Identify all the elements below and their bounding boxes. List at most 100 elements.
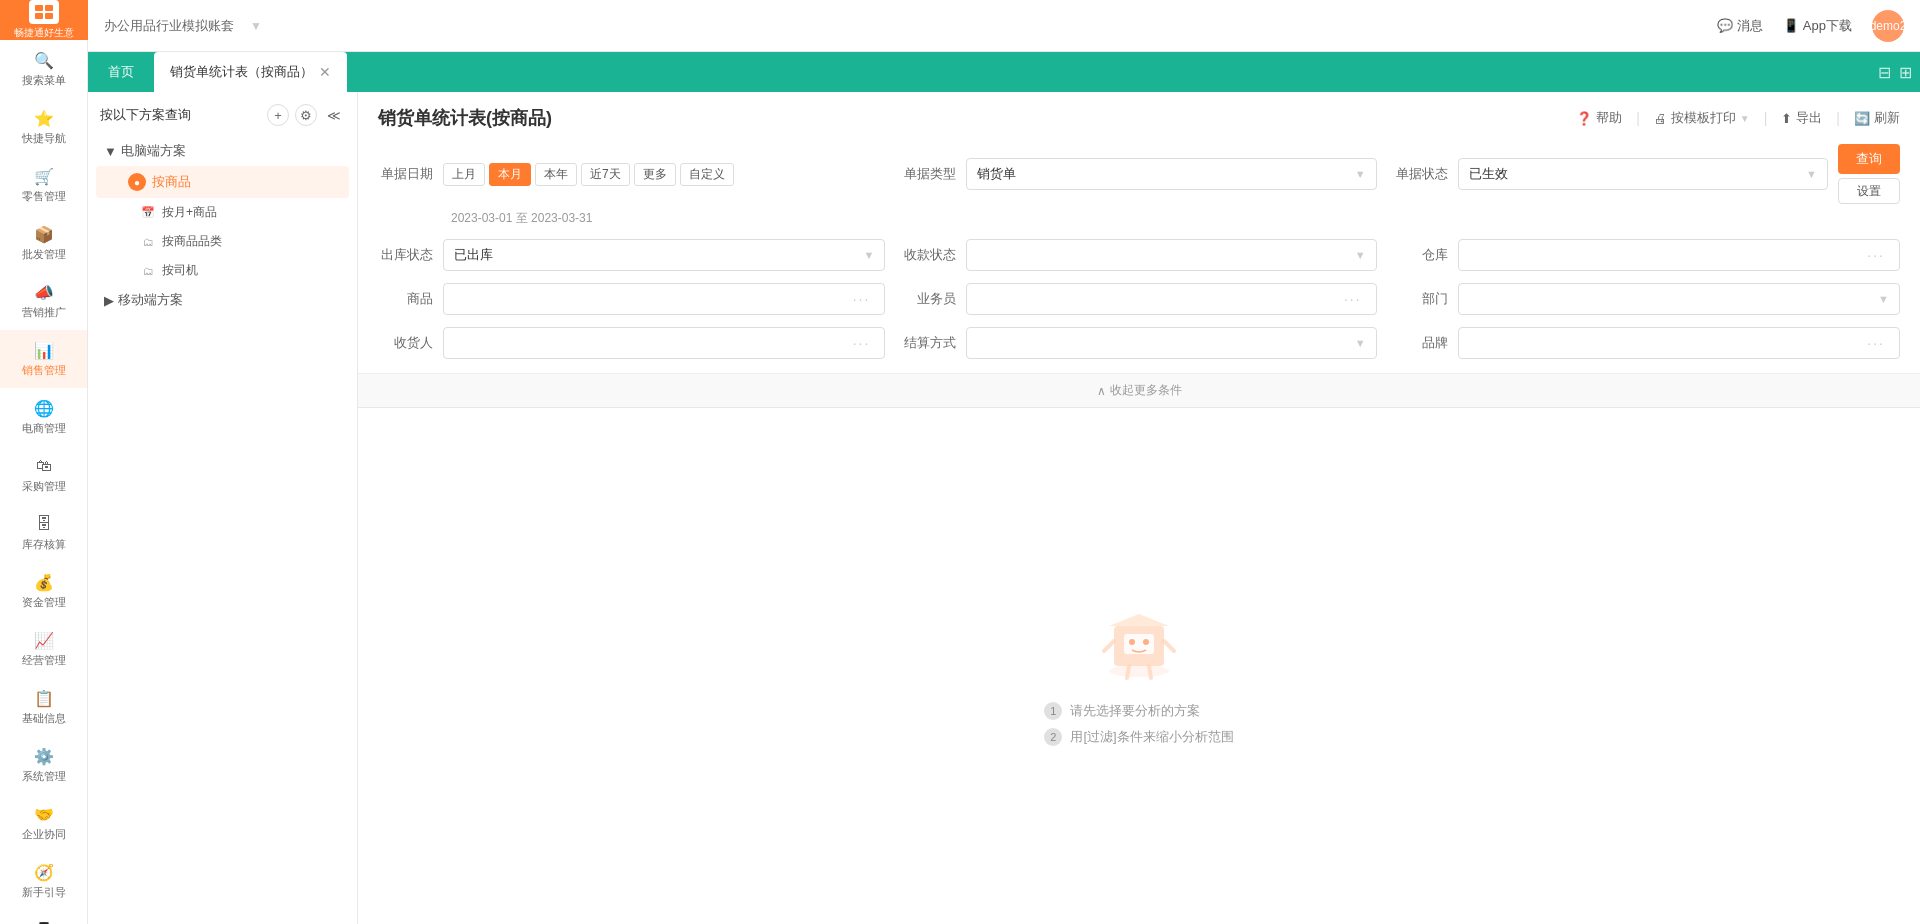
doc-type-label: 单据类型 — [901, 165, 966, 183]
warehouse-dots[interactable]: ··· — [1863, 247, 1889, 263]
collapse-panel-icon[interactable]: ≪ — [323, 104, 345, 126]
tree-sub-item-product-category[interactable]: 🗂 按商品品类 — [96, 227, 349, 256]
tab-bar-right: ⊟ ⊞ — [1878, 63, 1920, 82]
sidebar-label-retail: 零售管理 — [22, 189, 66, 204]
tree-group-pc[interactable]: ▼ 电脑端方案 — [96, 136, 349, 166]
tab-report[interactable]: 销货单统计表（按商品） ✕ — [154, 52, 347, 92]
tree-item-by-product[interactable]: ● 按商品 — [96, 166, 349, 198]
sidebar-item-retail[interactable]: 🛒 零售管理 — [0, 156, 87, 214]
svg-rect-2 — [35, 13, 43, 19]
sidebar-label-purchase: 采购管理 — [22, 479, 66, 494]
sidebar-item-marketing[interactable]: 📣 营销推广 — [0, 272, 87, 330]
filter-date-cell: 单据日期 上月 本月 本年 近7天 更多 自定义 — [378, 163, 885, 186]
app-download-label: App下载 — [1803, 17, 1852, 35]
sidebar-item-operations[interactable]: 📈 经营管理 — [0, 620, 87, 678]
export-action[interactable]: ⬆ 导出 — [1781, 109, 1822, 127]
out-status-select[interactable]: 已出库 ▼ — [443, 239, 885, 271]
date-btn-7days[interactable]: 近7天 — [581, 163, 630, 186]
export-icon: ⬆ — [1781, 111, 1792, 126]
sidebar-item-search[interactable]: 🔍 搜索菜单 — [0, 40, 87, 98]
sidebar-item-basic-info[interactable]: 📋 基础信息 — [0, 678, 87, 736]
help-action[interactable]: ❓ 帮助 — [1576, 109, 1622, 127]
empty-tips: 1 请先选择要分析的方案 2 用[过滤]条件来缩小分析范围 — [1044, 702, 1233, 746]
svg-line-10 — [1164, 641, 1174, 651]
filter-receiver-cell: 收货人 ··· — [378, 327, 885, 359]
sidebar-label-quicknav: 快捷导航 — [22, 131, 66, 146]
sidebar-item-inventory[interactable]: 🗄 库存核算 — [0, 504, 87, 562]
svg-line-9 — [1104, 641, 1114, 651]
svg-rect-3 — [45, 13, 53, 19]
app-download-action[interactable]: 📱 App下载 — [1783, 17, 1852, 35]
sidebar-label-inventory: 库存核算 — [22, 537, 66, 552]
tab-close-icon[interactable]: ✕ — [319, 64, 331, 80]
refresh-action[interactable]: 🔄 刷新 — [1854, 109, 1900, 127]
doc-type-value: 销货单 — [977, 165, 1016, 183]
payment-arrow: ▼ — [1355, 337, 1366, 349]
tab-home[interactable]: 首页 — [88, 52, 154, 92]
wholesale-icon: 📦 — [34, 224, 54, 244]
sidebar-item-finance[interactable]: 💰 资金管理 — [0, 562, 87, 620]
messages-action[interactable]: 💬 消息 — [1717, 17, 1763, 35]
tree-sub-item-month-product[interactable]: 📅 按月+商品 — [96, 198, 349, 227]
brand-label: 品牌 — [1393, 334, 1458, 352]
doc-type-arrow: ▼ — [1355, 168, 1366, 180]
sidebar-item-app-center[interactable]: 📱 应用中心 — [0, 910, 87, 924]
doc-status-select[interactable]: 已生效 ▼ — [1458, 158, 1828, 190]
tab-minimize-icon[interactable]: ⊟ — [1878, 63, 1891, 82]
receiver-dots[interactable]: ··· — [849, 335, 875, 351]
add-plan-icon[interactable]: + — [267, 104, 289, 126]
sidebar-item-enterprise[interactable]: 🤝 企业协同 — [0, 794, 87, 852]
product-select[interactable]: ··· — [443, 283, 885, 315]
sidebar-item-ecommerce[interactable]: 🌐 电商管理 — [0, 388, 87, 446]
receiver-select[interactable]: ··· — [443, 327, 885, 359]
sidebar-item-quicknav[interactable]: ⭐ 快捷导航 — [0, 98, 87, 156]
finance-icon: 💰 — [34, 572, 54, 592]
sidebar-item-system[interactable]: ⚙️ 系统管理 — [0, 736, 87, 794]
marketing-icon: 📣 — [34, 282, 54, 302]
sales-icon: 📊 — [34, 340, 54, 360]
sidebar-item-wholesale[interactable]: 📦 批发管理 — [0, 214, 87, 272]
query-button[interactable]: 查询 — [1838, 144, 1900, 174]
empty-tip-2: 2 用[过滤]条件来缩小分析范围 — [1044, 728, 1233, 746]
avatar[interactable]: demo2 — [1872, 10, 1904, 42]
message-icon: 💬 — [1717, 18, 1733, 33]
sidebar-item-purchase[interactable]: 🛍 采购管理 — [0, 446, 87, 504]
department-select[interactable]: ▼ — [1458, 283, 1900, 315]
product-dots[interactable]: ··· — [849, 291, 875, 307]
search-icon: 🔍 — [34, 50, 54, 70]
phone-icon: 📱 — [1783, 18, 1799, 33]
sidebar-item-sales[interactable]: 📊 销售管理 — [0, 330, 87, 388]
date-btn-more[interactable]: 更多 — [634, 163, 676, 186]
brand-dots[interactable]: ··· — [1863, 335, 1889, 351]
empty-tip-1: 1 请先选择要分析的方案 — [1044, 702, 1233, 720]
date-btn-custom[interactable]: 自定义 — [680, 163, 734, 186]
date-btn-this-year[interactable]: 本年 — [535, 163, 577, 186]
basic-info-icon: 📋 — [34, 688, 54, 708]
date-btn-last-month[interactable]: 上月 — [443, 163, 485, 186]
salesperson-dots[interactable]: ··· — [1340, 291, 1366, 307]
receipt-status-select[interactable]: ▼ — [966, 239, 1376, 271]
date-btn-this-month[interactable]: 本月 — [489, 163, 531, 186]
payment-select[interactable]: ▼ — [966, 327, 1376, 359]
sidebar: 畅捷通好生意 🔍 搜索菜单 ⭐ 快捷导航 🛒 零售管理 📦 批发管理 📣 营销推… — [0, 0, 88, 924]
collapse-row[interactable]: ∧ 收起更多条件 — [358, 373, 1920, 407]
tree-group-mobile[interactable]: ▶ 移动端方案 — [96, 285, 349, 315]
template-print-action[interactable]: 🖨 按模板打印 ▼ — [1654, 109, 1750, 127]
salesperson-select[interactable]: ··· — [966, 283, 1376, 315]
tree-sub-item-cashier[interactable]: 🗂 按司机 — [96, 256, 349, 285]
tree-sub-cashier-icon: 🗂 — [140, 263, 156, 279]
tab-maximize-icon[interactable]: ⊞ — [1899, 63, 1912, 82]
sidebar-item-guide[interactable]: 🧭 新手引导 — [0, 852, 87, 910]
receipt-status-arrow: ▼ — [1355, 249, 1366, 261]
tree-sub-month-label: 按月+商品 — [162, 204, 217, 221]
settings-button[interactable]: 设置 — [1838, 178, 1900, 204]
page-content: 按以下方案查询 + ⚙ ≪ ▼ 电脑端方案 ● 按商品 📅 — [88, 92, 1920, 924]
logo-icon — [29, 0, 59, 24]
quicknav-icon: ⭐ — [34, 108, 54, 128]
brand-select[interactable]: ··· — [1458, 327, 1900, 359]
doc-type-select[interactable]: 销货单 ▼ — [966, 158, 1376, 190]
settings-plan-icon[interactable]: ⚙ — [295, 104, 317, 126]
date-label: 单据日期 — [378, 165, 443, 183]
warehouse-select[interactable]: ··· — [1458, 239, 1900, 271]
collapse-text-container: ∧ 收起更多条件 — [1097, 382, 1182, 399]
